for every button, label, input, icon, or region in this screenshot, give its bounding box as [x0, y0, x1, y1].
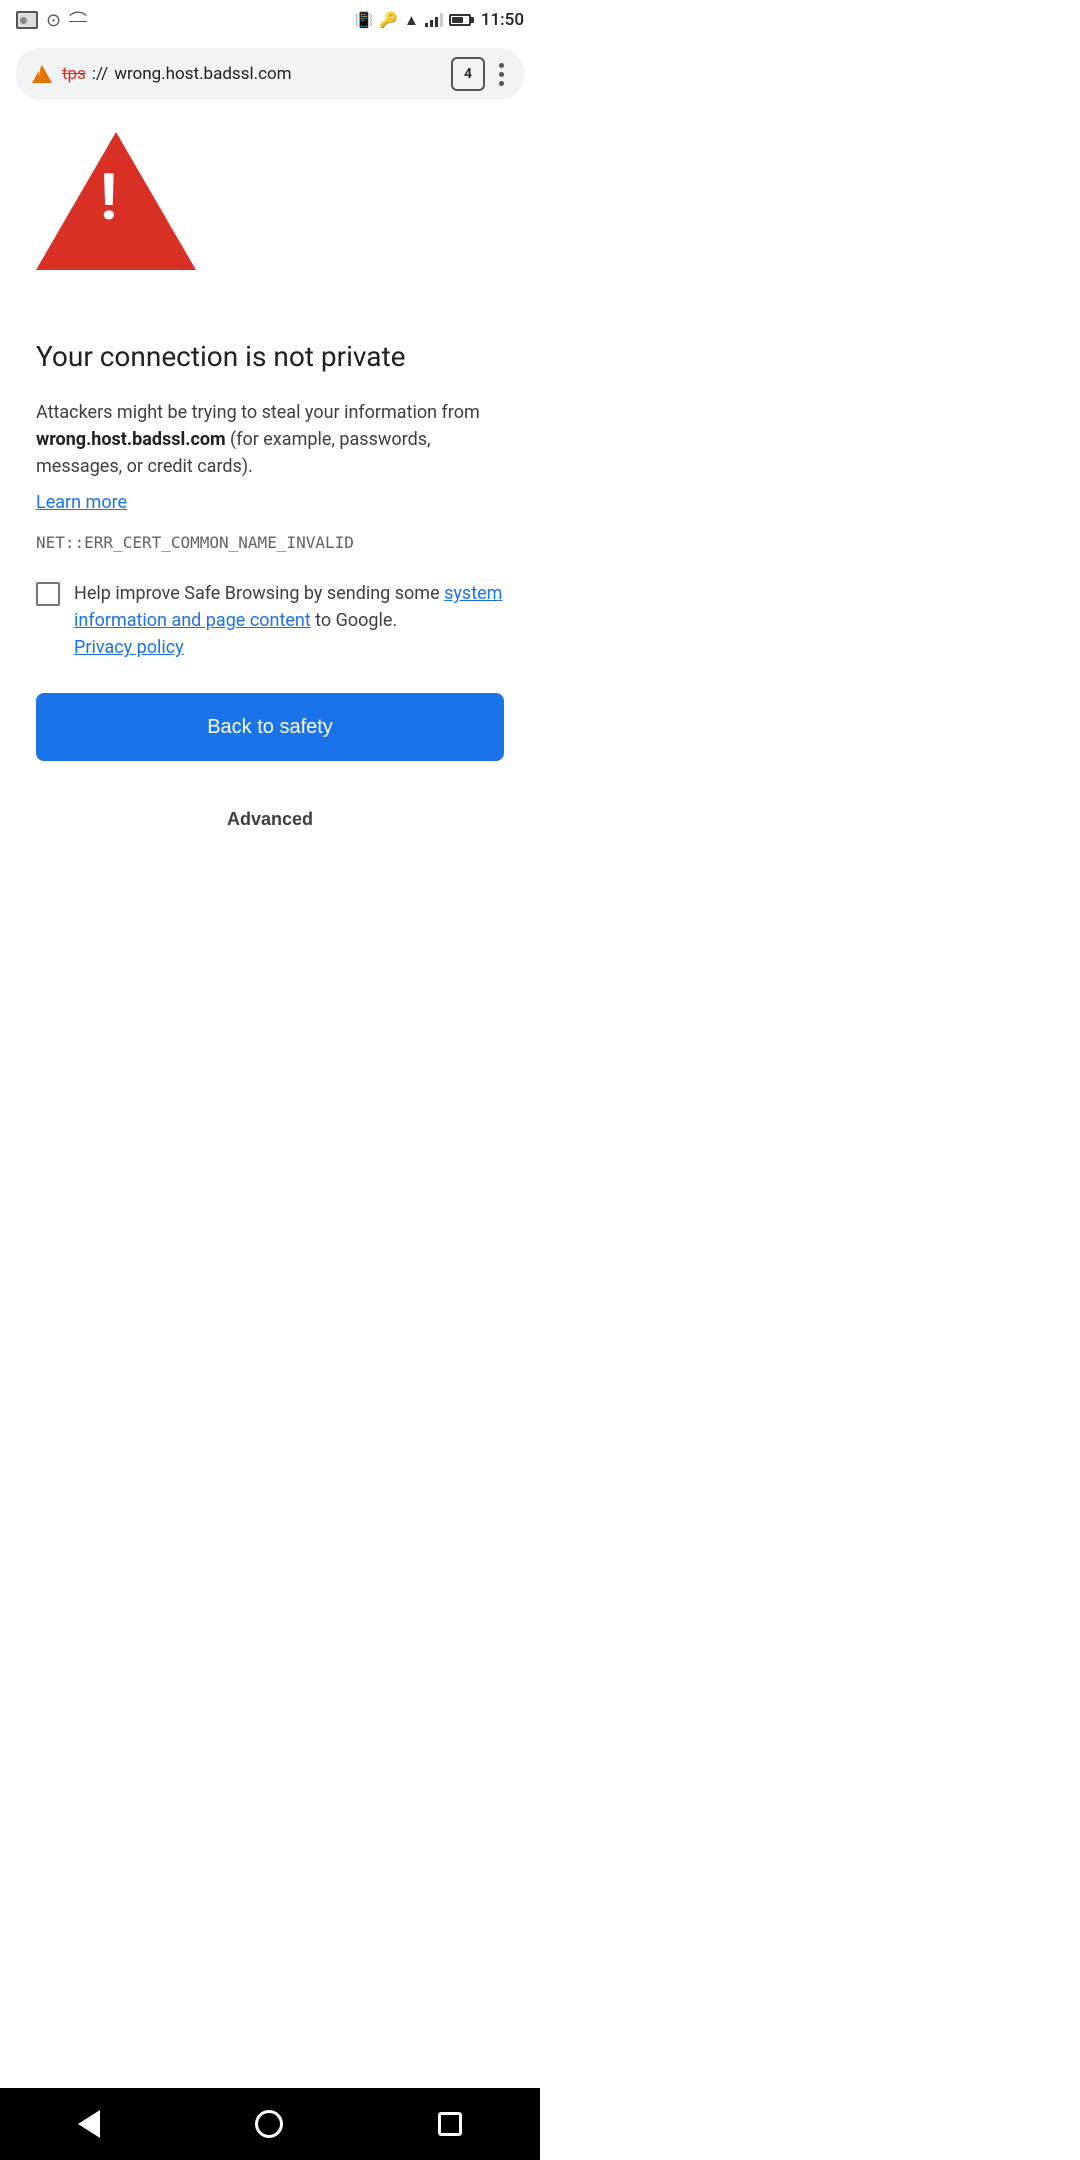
navigation-bar [0, 2088, 540, 2160]
battery-icon [449, 14, 471, 26]
key-icon: 🔑 [379, 11, 398, 29]
status-time: 11:50 [481, 10, 524, 30]
learn-more-link[interactable]: Learn more [36, 492, 127, 513]
address-bar[interactable]: tps :// wrong.host.badssl.com 4 [16, 48, 524, 100]
advanced-button[interactable]: Advanced [36, 793, 504, 845]
no-headphone-icon: ⌒ [69, 7, 87, 33]
kebab-dot-2 [499, 72, 504, 77]
recents-square-icon [438, 2112, 462, 2136]
photo-icon [16, 11, 38, 29]
warning-icon-container [36, 132, 504, 307]
warning-triangle-large [36, 132, 196, 270]
nav-home-button[interactable] [255, 2110, 283, 2138]
wireless-icon: ⊙ [46, 10, 61, 31]
url-host: :// [92, 64, 108, 84]
back-arrow-icon [78, 2110, 100, 2138]
status-bar-right-icons: 📳 🔑 ▲ 11:50 [355, 10, 524, 30]
signal-icon [425, 13, 443, 27]
status-bar-left-icons: ⊙ ⌒ [16, 7, 87, 33]
checkbox-text: Help improve Safe Browsing by sending so… [74, 580, 504, 661]
checkbox-label-2: to Google. [311, 610, 397, 631]
kebab-dot-1 [499, 63, 504, 68]
nav-recents-button[interactable] [438, 2112, 462, 2136]
safe-browsing-checkbox[interactable] [36, 582, 60, 606]
kebab-dot-3 [499, 81, 504, 86]
back-to-safety-button[interactable]: Back to safety [36, 693, 504, 761]
overflow-menu-button[interactable] [495, 59, 508, 90]
error-code: NET::ERR_CERT_COMMON_NAME_INVALID [36, 533, 504, 552]
url-path: wrong.host.badssl.com [114, 64, 291, 84]
body-text-1: Attackers might be trying to steal your … [36, 402, 480, 423]
wifi-icon: ▲ [404, 11, 419, 29]
security-warning-icon [32, 65, 52, 83]
site-name: wrong.host.badssl.com [36, 429, 226, 450]
main-content: Your connection is not private Attackers… [0, 108, 540, 865]
privacy-policy-link[interactable]: Privacy policy [74, 637, 184, 658]
vibrate-icon: 📳 [355, 11, 374, 29]
url-display: tps :// wrong.host.badssl.com [62, 64, 441, 84]
tabs-count-badge[interactable]: 4 [451, 57, 485, 91]
status-bar: ⊙ ⌒ 📳 🔑 ▲ 11:50 [0, 0, 540, 40]
url-protocol: tps [62, 64, 86, 84]
body-description: Attackers might be trying to steal your … [36, 399, 504, 480]
page-headline: Your connection is not private [36, 339, 504, 375]
checkbox-label-1: Help improve Safe Browsing by sending so… [74, 583, 444, 604]
home-circle-icon [255, 2110, 283, 2138]
nav-back-button[interactable] [78, 2110, 100, 2138]
safe-browsing-checkbox-row: Help improve Safe Browsing by sending so… [36, 580, 504, 661]
